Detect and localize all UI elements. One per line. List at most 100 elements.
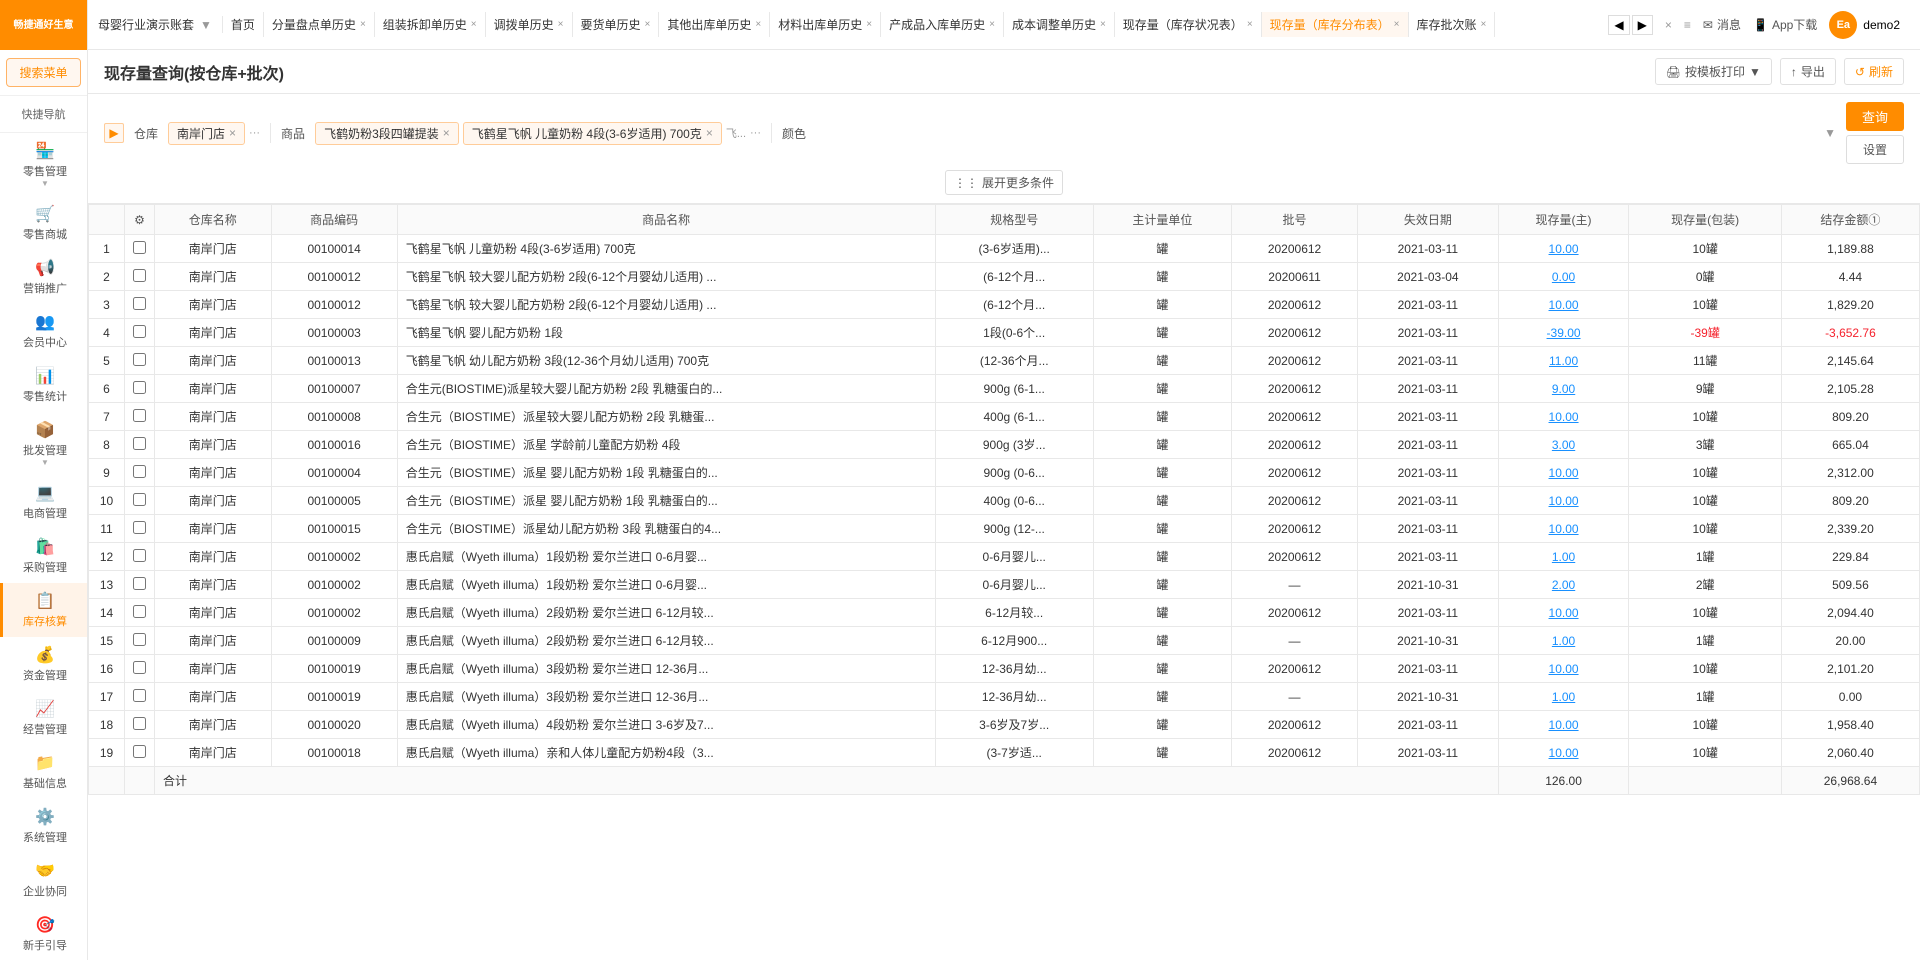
tab-xiancun2[interactable]: 现存量（库存分布表） × (1262, 12, 1409, 37)
tab-close-icon[interactable]: × (360, 19, 366, 30)
tab-diaob[interactable]: 调拨单历史 × (486, 12, 573, 37)
cell-stock-main[interactable]: 3.00 (1498, 431, 1629, 459)
cell-gear[interactable] (125, 683, 155, 711)
cell-gear[interactable] (125, 403, 155, 431)
cell-gear[interactable] (125, 291, 155, 319)
cell-gear[interactable] (125, 571, 155, 599)
sidebar-item-retail-shop[interactable]: 🛒 零售商城 (0, 196, 87, 250)
sidebar-item-basic[interactable]: 📁 基础信息 (0, 745, 87, 799)
product-tag-2-remove-icon[interactable]: × (706, 126, 713, 140)
expand-filters-button[interactable]: ⋮⋮ 展开更多条件 (945, 170, 1063, 195)
search-menu-button[interactable]: 搜索菜单 (6, 58, 81, 87)
cell-gear[interactable] (125, 319, 155, 347)
tab-cailiao[interactable]: 材料出库单历史 × (770, 12, 881, 37)
tab-close-icon[interactable]: × (645, 19, 651, 30)
tab-close-icon[interactable]: × (558, 19, 564, 30)
account-dropdown-icon[interactable]: ▼ (200, 18, 212, 32)
query-button[interactable]: 查询 (1846, 102, 1904, 131)
filter-toggle-button[interactable]: ▶ (104, 123, 124, 143)
product-more-icon[interactable]: ··· (750, 127, 761, 139)
sidebar-item-finance[interactable]: 💰 资金管理 (0, 637, 87, 691)
cell-gear[interactable] (125, 263, 155, 291)
cell-stock-main[interactable]: 1.00 (1498, 683, 1629, 711)
cell-stock-main[interactable]: 9.00 (1498, 375, 1629, 403)
cell-gear[interactable] (125, 711, 155, 739)
cell-stock-main[interactable]: -39.00 (1498, 319, 1629, 347)
tab-close-icon[interactable]: × (1247, 19, 1253, 30)
tab-chengben[interactable]: 成本调整单历史 × (1004, 12, 1115, 37)
sidebar-item-marketing[interactable]: 📢 营销推广 (0, 250, 87, 304)
tab-xiancun1[interactable]: 现存量（库存状况表） × (1115, 12, 1262, 37)
setting-button[interactable]: 设置 (1846, 135, 1904, 164)
sidebar-item-member[interactable]: 👥 会员中心 (0, 304, 87, 358)
cell-stock-main[interactable]: 11.00 (1498, 347, 1629, 375)
message-button[interactable]: ✉ 消息 (1703, 16, 1741, 33)
cell-stock-main[interactable]: 10.00 (1498, 599, 1629, 627)
export-button[interactable]: ↑ 导出 (1780, 58, 1836, 85)
cell-gear[interactable] (125, 375, 155, 403)
template-print-button[interactable]: 🖨 按模板打印 ▼ (1655, 58, 1772, 85)
cell-gear[interactable] (125, 543, 155, 571)
cell-gear[interactable] (125, 459, 155, 487)
tab-qita[interactable]: 其他出库单历史 × (659, 12, 770, 37)
sidebar-item-retail[interactable]: 🏪 零售管理 ▼ (0, 133, 87, 196)
warehouse-more-icon[interactable]: ··· (249, 127, 260, 139)
cell-gear[interactable] (125, 599, 155, 627)
cell-stock-main[interactable]: 10.00 (1498, 655, 1629, 683)
tab-fenliang[interactable]: 分量盘点单历史 × (264, 12, 375, 37)
cell-stock-main[interactable]: 10.00 (1498, 459, 1629, 487)
cell-stock-main[interactable]: 1.00 (1498, 543, 1629, 571)
tab-close-icon[interactable]: × (471, 19, 477, 30)
cell-gear[interactable] (125, 627, 155, 655)
product-tag-1-remove-icon[interactable]: × (443, 126, 450, 140)
sidebar-item-inventory[interactable]: 📋 库存核算 (0, 583, 87, 637)
cell-stock-main[interactable]: 10.00 (1498, 235, 1629, 263)
cell-gear[interactable] (125, 655, 155, 683)
sidebar-item-retail-stats[interactable]: 📊 零售统计 (0, 358, 87, 412)
warehouse-tag[interactable]: 南岸门店 × (168, 122, 245, 145)
tab-zuzhuang[interactable]: 组装拆卸单历史 × (375, 12, 486, 37)
tab-prev-button[interactable]: ◀ (1608, 15, 1629, 35)
warehouse-tag-remove-icon[interactable]: × (229, 126, 236, 140)
cell-gear[interactable] (125, 235, 155, 263)
sidebar-item-purchase[interactable]: 🛍️ 采购管理 (0, 529, 87, 583)
cell-gear[interactable] (125, 739, 155, 767)
tab-chancheng[interactable]: 产成品入库单历史 × (881, 12, 1004, 37)
tab-next-button[interactable]: ▶ (1632, 15, 1653, 35)
sidebar-item-operations[interactable]: 📈 经营管理 (0, 691, 87, 745)
tab-close-icon[interactable]: × (1100, 19, 1106, 30)
sidebar-item-system[interactable]: ⚙️ 系统管理 (0, 799, 87, 853)
cell-stock-main[interactable]: 2.00 (1498, 571, 1629, 599)
sidebar-item-ecommerce[interactable]: 💻 电商管理 (0, 475, 87, 529)
cell-stock-main[interactable]: 10.00 (1498, 739, 1629, 767)
cell-stock-main[interactable]: 1.00 (1498, 627, 1629, 655)
tab-close-icon[interactable]: × (755, 19, 761, 30)
tab-menu-icon[interactable]: ≡ (1684, 18, 1691, 32)
sidebar-item-guide[interactable]: 🎯 新手引导 (0, 907, 87, 960)
product-tag-2[interactable]: 飞鹤星飞帆 儿童奶粉 4段(3-6岁适用) 700克 × (463, 122, 722, 145)
cell-gear[interactable] (125, 347, 155, 375)
shortcut-nav-button[interactable]: 快捷导航 (0, 100, 87, 128)
app-download-button[interactable]: 📱 App下载 (1753, 16, 1817, 33)
sidebar-item-wholesale[interactable]: 📦 批发管理 ▼ (0, 412, 87, 475)
cell-gear[interactable] (125, 431, 155, 459)
tab-yaohuo[interactable]: 要货单历史 × (573, 12, 660, 37)
cell-stock-main[interactable]: 10.00 (1498, 291, 1629, 319)
cell-stock-main[interactable]: 10.00 (1498, 711, 1629, 739)
cell-gear[interactable] (125, 487, 155, 515)
sidebar-item-enterprise[interactable]: 🤝 企业协同 (0, 853, 87, 907)
cell-stock-main[interactable]: 0.00 (1498, 263, 1629, 291)
col-header-gear[interactable]: ⚙ (125, 205, 155, 235)
tab-close-icon[interactable]: × (989, 19, 995, 30)
color-dropdown-icon[interactable]: ▼ (1824, 126, 1836, 140)
user-info[interactable]: Ea demo2 (1829, 11, 1900, 39)
tab-close-all-icon[interactable]: × (1665, 18, 1672, 32)
tab-kucun[interactable]: 库存批次账 × (1409, 12, 1496, 37)
product-tag-1[interactable]: 飞鹤奶粉3段四罐提装 × (315, 122, 459, 145)
tab-close-icon[interactable]: × (1394, 19, 1400, 30)
tab-close-icon[interactable]: × (1481, 19, 1487, 30)
refresh-button[interactable]: ↺ 刷新 (1844, 58, 1904, 85)
cell-stock-main[interactable]: 10.00 (1498, 487, 1629, 515)
cell-stock-main[interactable]: 10.00 (1498, 403, 1629, 431)
tab-close-icon[interactable]: × (866, 19, 872, 30)
